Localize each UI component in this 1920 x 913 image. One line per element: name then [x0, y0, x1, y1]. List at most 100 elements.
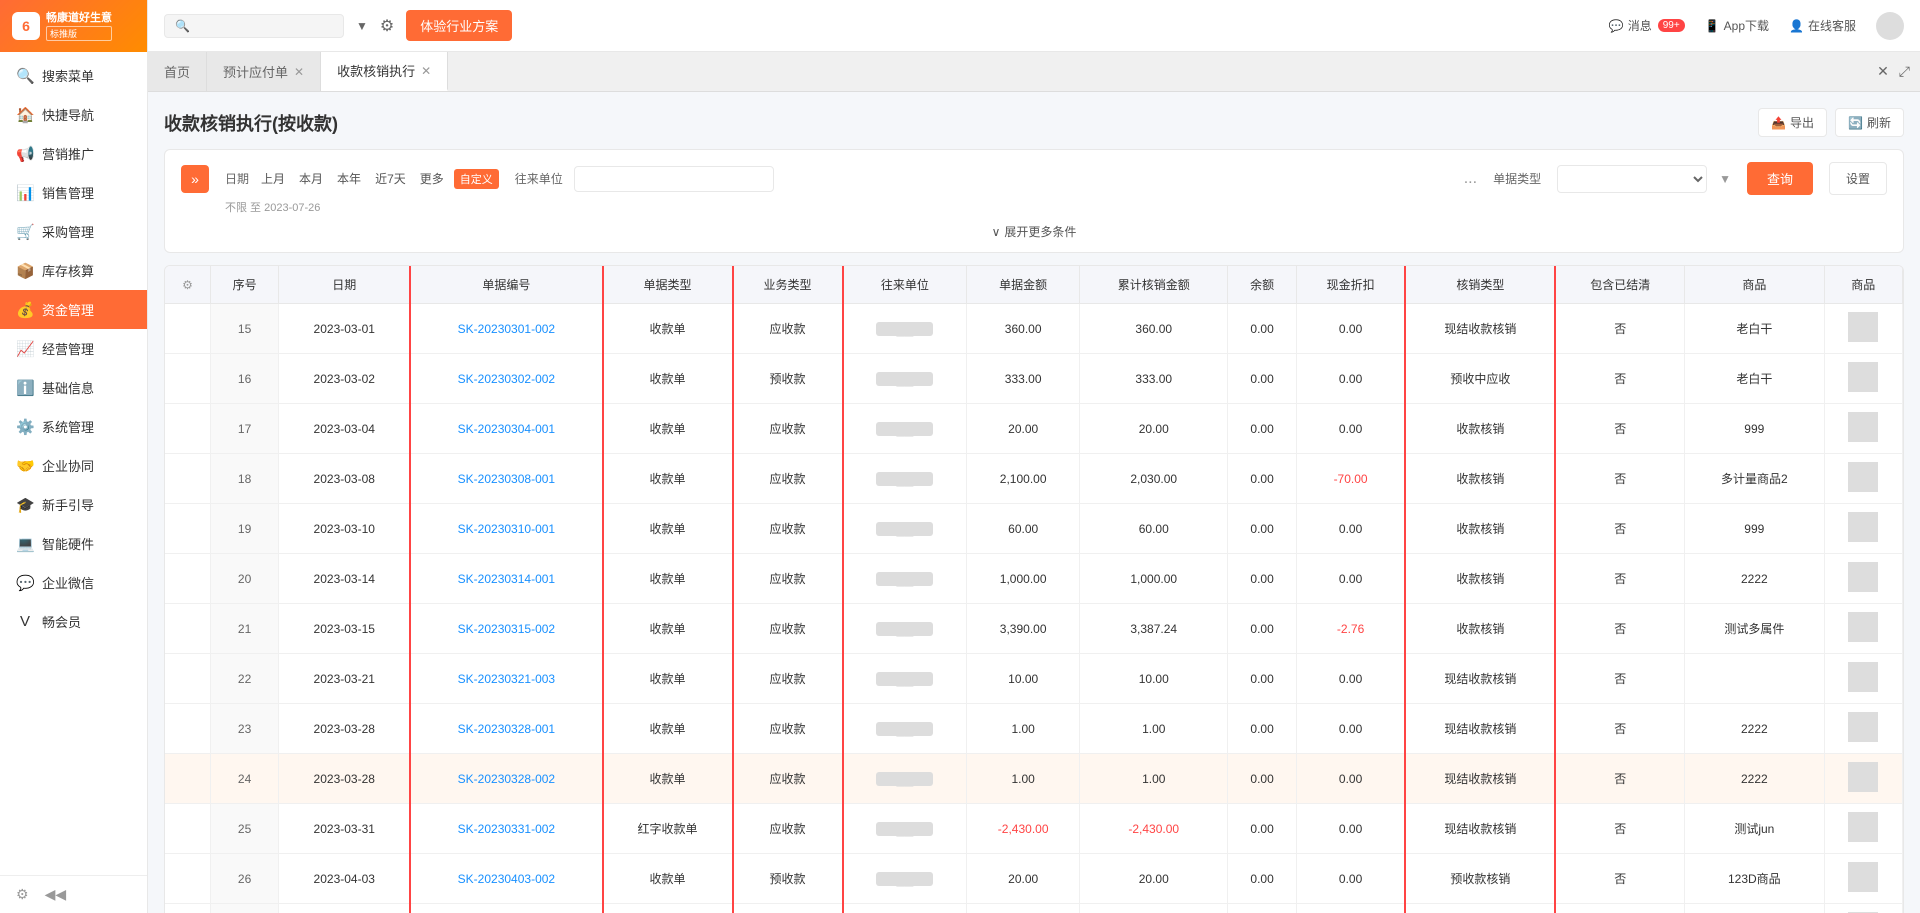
bill-no-link[interactable]: SK-20230315-002	[458, 622, 555, 636]
col-include-settled-header[interactable]: 包含已结清	[1555, 266, 1684, 304]
date-opt-this-year[interactable]: 本年	[333, 168, 365, 189]
col-bill-no-cell[interactable]: SK-20230403-002	[410, 854, 602, 904]
collapse-icon[interactable]: ◀◀	[45, 886, 67, 903]
col-settings-cell[interactable]	[165, 904, 210, 913]
col-settings-cell[interactable]	[165, 554, 210, 604]
sidebar-item-purchase[interactable]: 🛒 采购管理	[0, 212, 147, 251]
user-avatar[interactable]	[1876, 12, 1904, 40]
partner-input[interactable]	[574, 166, 774, 192]
bill-no-link[interactable]: SK-20230310-001	[458, 522, 555, 536]
gear-icon[interactable]: ⚙	[380, 16, 394, 36]
col-settings-cell[interactable]	[165, 354, 210, 404]
col-settings-cell[interactable]	[165, 704, 210, 754]
sidebar-item-guide[interactable]: 🎓 新手引导	[0, 485, 147, 524]
col-cash-discount-header[interactable]: 现金折扣	[1296, 266, 1405, 304]
col-bill-no-cell[interactable]: SK-20230310-001	[410, 504, 602, 554]
online-support-item[interactable]: 👤 在线客服	[1789, 17, 1856, 34]
col-bill-no-header[interactable]: 单据编号	[410, 266, 602, 304]
col-bill-no-cell[interactable]: SK-20230328-001	[410, 704, 602, 754]
app-download-item[interactable]: 📱 App下载	[1705, 17, 1769, 34]
col-settings-cell[interactable]	[165, 854, 210, 904]
filter-dots[interactable]: ...	[1464, 170, 1477, 188]
tab-close-icon-2[interactable]: ✕	[421, 64, 431, 78]
sidebar-item-inventory[interactable]: 📦 库存核算	[0, 251, 147, 290]
close-all-icon[interactable]: ✕	[1877, 63, 1889, 80]
bill-no-link[interactable]: SK-20230302-002	[458, 372, 555, 386]
sidebar-item-enterprise[interactable]: 🤝 企业协同	[0, 446, 147, 485]
col-product2-header[interactable]: 商品	[1824, 266, 1902, 304]
col-bill-no-cell[interactable]: SK-20230301-002	[410, 304, 602, 354]
filter-expand[interactable]: ∨ 展开更多条件	[181, 223, 1887, 240]
sidebar-item-system[interactable]: ⚙️ 系统管理	[0, 407, 147, 446]
col-product-header[interactable]: 商品	[1685, 266, 1824, 304]
col-bill-no-cell[interactable]: SK-20230314-001	[410, 554, 602, 604]
query-button[interactable]: 查询	[1747, 162, 1813, 195]
sidebar-item-hardware[interactable]: 💻 智能硬件	[0, 524, 147, 563]
col-bill-no-cell[interactable]: SK-20230308-001	[410, 454, 602, 504]
col-balance-header[interactable]: 余额	[1228, 266, 1296, 304]
bill-no-link[interactable]: SK-20230304-001	[458, 422, 555, 436]
col-bill-no-cell[interactable]: SK-20230315-002	[410, 604, 602, 654]
refresh-button[interactable]: 🔄 刷新	[1835, 108, 1904, 137]
col-bill-amount-header[interactable]: 单据金额	[967, 266, 1080, 304]
settings-bottom-icon[interactable]: ⚙	[16, 886, 29, 903]
bill-no-link[interactable]: SK-20230328-001	[458, 722, 555, 736]
sidebar-item-quicknav[interactable]: 🏠 快捷导航	[0, 95, 147, 134]
bill-no-link[interactable]: SK-20230328-002	[458, 772, 555, 786]
col-bill-type-header[interactable]: 单据类型	[603, 266, 733, 304]
col-settings-header[interactable]: ⚙	[165, 266, 210, 304]
notification-item[interactable]: 💬 消息 99+	[1609, 17, 1685, 34]
col-settings-cell[interactable]	[165, 404, 210, 454]
col-settings-cell[interactable]	[165, 604, 210, 654]
export-button[interactable]: 📤 导出	[1758, 108, 1827, 137]
bill-no-link[interactable]: SK-20230308-001	[458, 472, 555, 486]
sidebar-item-wechat[interactable]: 💬 企业微信	[0, 563, 147, 602]
topbar-dropdown[interactable]: ▼	[356, 19, 368, 33]
col-bill-no-cell[interactable]: SK-20230304-001	[410, 404, 602, 454]
sidebar-item-member[interactable]: V 畅会员	[0, 602, 147, 641]
bill-no-link[interactable]: SK-20230321-003	[458, 672, 555, 686]
sidebar-item-basic[interactable]: ℹ️ 基础信息	[0, 368, 147, 407]
date-opt-7days[interactable]: 近7天	[371, 168, 410, 189]
col-settings-cell[interactable]	[165, 654, 210, 704]
sidebar-item-operations[interactable]: 📈 经营管理	[0, 329, 147, 368]
filter-toggle[interactable]: »	[181, 165, 209, 193]
col-settings-cell[interactable]	[165, 754, 210, 804]
tab-collection-exec[interactable]: 收款核销执行 ✕	[321, 52, 448, 91]
col-date-header[interactable]: 日期	[279, 266, 410, 304]
search-input[interactable]	[196, 19, 316, 33]
tab-close-icon[interactable]: ✕	[294, 65, 304, 79]
solution-button[interactable]: 体验行业方案	[406, 10, 512, 41]
date-opt-more[interactable]: 更多	[416, 168, 448, 189]
sidebar-item-finance[interactable]: 💰 资金管理	[0, 290, 147, 329]
col-cumulative-header[interactable]: 累计核销金额	[1080, 266, 1228, 304]
sidebar-item-sales[interactable]: 📊 销售管理	[0, 173, 147, 212]
col-settings-cell[interactable]	[165, 804, 210, 854]
date-custom-btn[interactable]: 自定义	[454, 169, 499, 189]
filter-settings-button[interactable]: 设置	[1829, 162, 1887, 195]
bill-no-link[interactable]: SK-20230314-001	[458, 572, 555, 586]
sidebar-item-search[interactable]: 🔍 搜索菜单	[0, 56, 147, 95]
col-verify-type-header[interactable]: 核销类型	[1405, 266, 1555, 304]
bill-no-link[interactable]: SK-20230403-002	[458, 872, 555, 886]
tab-pre-payment[interactable]: 预计应付单 ✕	[207, 52, 321, 91]
bill-no-link[interactable]: SK-20230301-002	[458, 322, 555, 336]
col-bill-no-cell[interactable]: SK-20230321-003	[410, 654, 602, 704]
col-settings-cell[interactable]	[165, 454, 210, 504]
maximize-icon[interactable]: ⤢	[1899, 63, 1910, 80]
col-settings-cell[interactable]	[165, 504, 210, 554]
tab-home[interactable]: 首页	[148, 52, 207, 91]
col-bill-no-cell[interactable]: SK-20230331-002	[410, 804, 602, 854]
col-settings-icon[interactable]: ⚙	[182, 278, 193, 292]
date-opt-prev-month[interactable]: 上月	[257, 168, 289, 189]
col-bill-no-cell[interactable]: SK-20230302-002	[410, 354, 602, 404]
col-settings-cell[interactable]	[165, 304, 210, 354]
date-opt-this-month[interactable]: 本月	[295, 168, 327, 189]
col-biz-type-header[interactable]: 业务类型	[733, 266, 843, 304]
col-partner-header[interactable]: 往来单位	[843, 266, 967, 304]
col-bill-no-cell[interactable]: SK-20230408-001	[410, 904, 602, 913]
bill-type-select[interactable]	[1557, 165, 1707, 193]
topbar-search[interactable]: 🔍	[164, 14, 344, 38]
sidebar-item-marketing[interactable]: 📢 营销推广	[0, 134, 147, 173]
col-bill-no-cell[interactable]: SK-20230328-002	[410, 754, 602, 804]
